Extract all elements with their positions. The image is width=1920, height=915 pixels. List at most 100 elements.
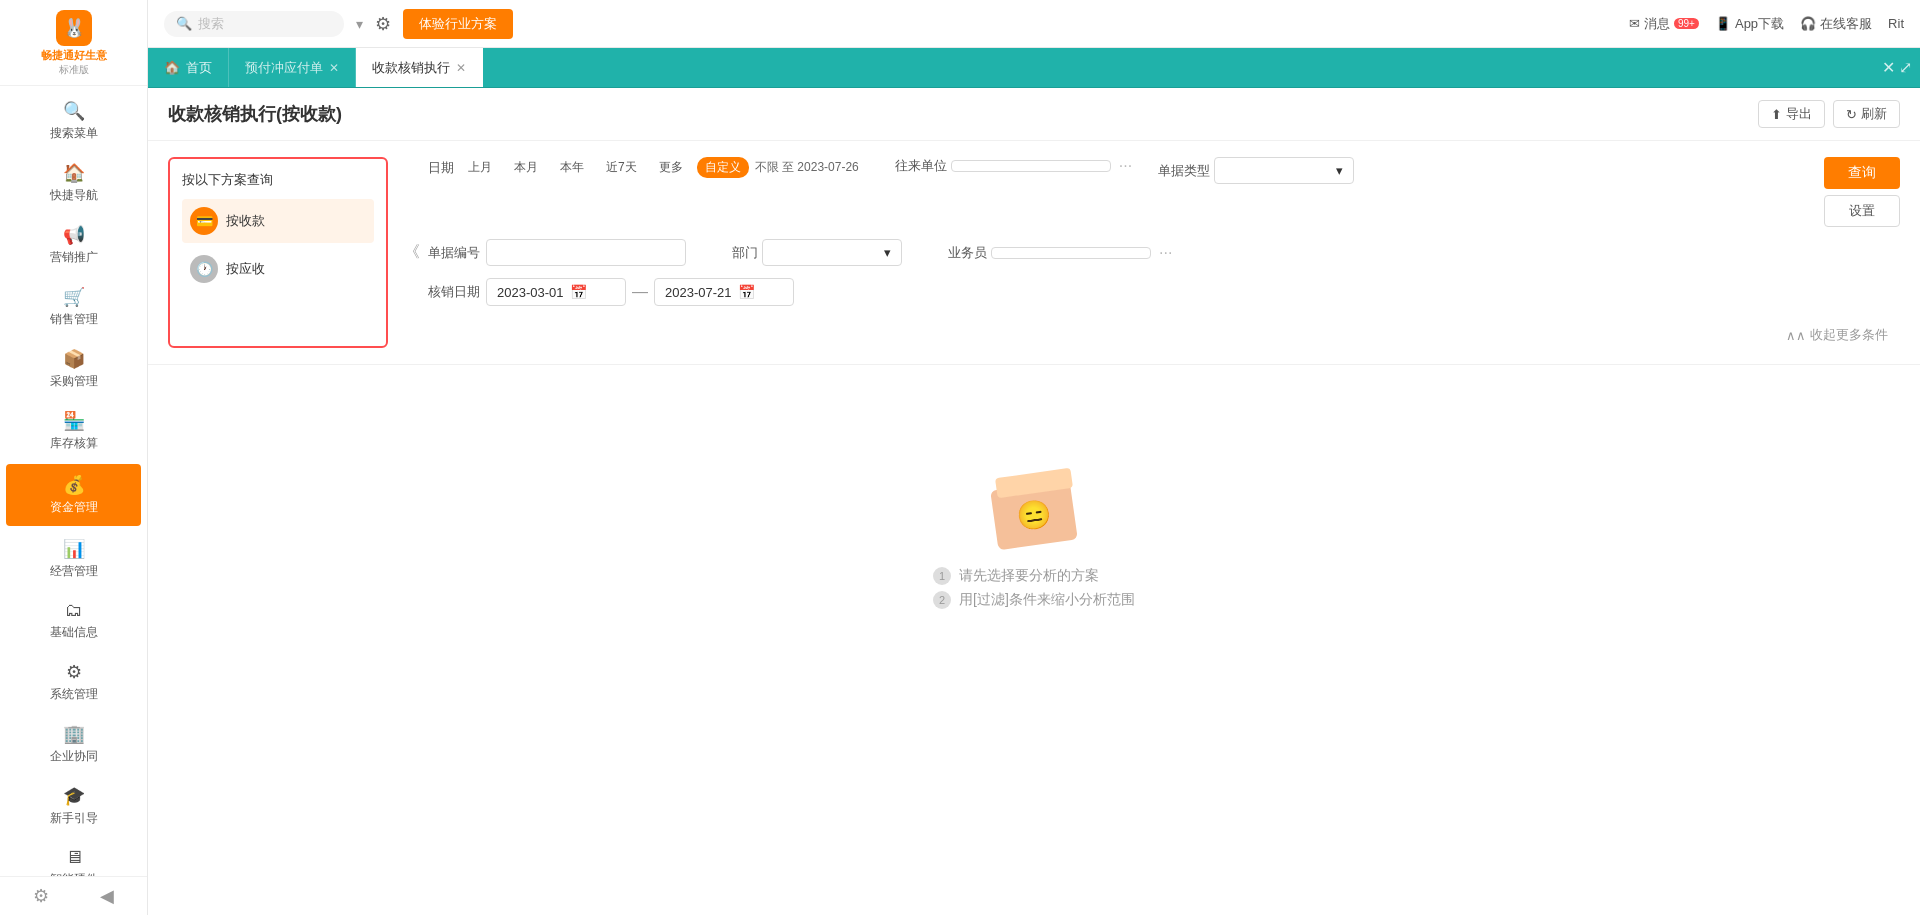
finance-icon: 💰 [63,474,85,496]
settings-button[interactable]: 设置 [1824,195,1900,227]
purchase-icon: 📦 [63,348,85,370]
app-label: App下载 [1735,15,1784,33]
app-download-button[interactable]: 📱 App下载 [1715,15,1784,33]
verify-date-end-input[interactable]: 2023-07-21 📅 [654,278,794,306]
date-btn-7days[interactable]: 近7天 [598,157,645,178]
sidebar-item-hardware[interactable]: 🖥 智能硬件 [0,837,147,876]
bill-type-select[interactable]: ▾ [1214,157,1354,184]
customer-service-button[interactable]: 🎧 在线客服 [1800,15,1872,33]
tab-close-icon[interactable]: ✕ [329,61,339,75]
sidebar-item-label: 资金管理 [50,499,98,516]
logo-icon: 🐰 [56,10,92,46]
tab-actions: ✕ ⤢ [1874,48,1920,87]
user-name: Rit [1888,16,1904,31]
tab-close-icon[interactable]: ✕ [456,61,466,75]
collapse-more-button[interactable]: ∧∧ 收起更多条件 [1774,322,1900,348]
select-arrow-icon: ▾ [884,245,891,260]
verify-date-end: 2023-07-21 [665,285,732,300]
collapse-panel-btn[interactable]: 《 [404,157,420,348]
date-btn-this-year[interactable]: 本年 [552,157,592,178]
verify-date-start-input[interactable]: 2023-03-01 📅 [486,278,626,306]
counterpart-input[interactable] [951,160,1111,172]
filter-scheme-title: 按以下方案查询 [182,171,374,189]
date-label: 日期 [428,159,454,177]
collapse-sidebar-icon[interactable]: ◀ [100,885,114,907]
tip-number: 2 [933,591,951,609]
empty-tips: 1 请先选择要分析的方案 2 用[过滤]条件来缩小分析范围 [933,567,1135,609]
app-icon: 📱 [1715,16,1731,31]
dept-select[interactable]: ▾ [762,239,902,266]
filter-counterpart-field: 往来单位 ··· [895,157,1132,175]
sidebar-item-search[interactable]: 🔍 搜索菜单 [0,90,147,152]
sidebar-item-purchase[interactable]: 📦 采购管理 [0,338,147,400]
tip-text: 请先选择要分析的方案 [959,567,1099,585]
filter-salesperson-field: 业务员 ··· [948,244,1172,262]
sidebar-item-guide[interactable]: 🎓 新手引导 [0,775,147,837]
messages-button[interactable]: ✉ 消息 99+ [1629,15,1699,33]
main-area: 🔍 搜索 ▾ ⚙ 体验行业方案 ✉ 消息 99+ 📱 App下载 🎧 在线客服 … [148,0,1920,915]
bill-no-input[interactable] [486,239,686,266]
refresh-button[interactable]: ↻ 刷新 [1833,100,1900,128]
maximize-tab-icon[interactable]: ⤢ [1899,58,1912,77]
filter-option-by-receivable[interactable]: 🕐 按应收 [182,247,374,291]
service-icon: 🎧 [1800,16,1816,31]
tabbar: 🏠 首页 预付冲应付单 ✕ 收款核销执行 ✕ ✕ ⤢ [148,48,1920,88]
app-logo: 🐰 畅捷通好生意 标准版 [0,0,147,86]
sidebar-item-enterprise[interactable]: 🏢 企业协同 [0,713,147,775]
empty-tip-1: 1 请先选择要分析的方案 [933,567,1135,585]
sidebar-item-shortcut[interactable]: 🏠 快捷导航 [0,152,147,214]
verify-date-start: 2023-03-01 [497,285,564,300]
sidebar-item-inventory[interactable]: 🏪 库存核算 [0,400,147,462]
logo-main: 畅捷通好生意 [41,48,107,63]
tab-prepay[interactable]: 预付冲应付单 ✕ [229,48,356,87]
salesperson-input[interactable] [991,247,1151,259]
tab-home[interactable]: 🏠 首页 [148,48,229,87]
sidebar-item-operation[interactable]: 📊 经营管理 [0,528,147,590]
search-icon: 🔍 [63,100,85,122]
sidebar-item-label: 库存核算 [50,435,98,452]
filter-row-1: 日期 上月 本月 本年 近7天 更多 自定义 不限 至 2023-07-26 [428,157,1900,227]
date-btn-this-month[interactable]: 本月 [506,157,546,178]
calendar-icon: 📅 [738,284,755,300]
query-button[interactable]: 查询 [1824,157,1900,189]
settings-bottom-icon[interactable]: ⚙ [33,885,49,907]
by-receipt-icon: 💳 [190,207,218,235]
filter-option-label: 按收款 [226,212,265,230]
sidebar-item-basic[interactable]: 🗂 基础信息 [0,590,147,651]
message-icon: ✉ [1629,16,1640,31]
filter-billno-field: 单据编号 [428,239,686,266]
message-badge: 99+ [1674,18,1699,29]
filter-option-by-receipt[interactable]: 💳 按收款 [182,199,374,243]
home-icon: 🏠 [63,162,85,184]
topbar-dropdown-icon[interactable]: ▾ [356,16,363,32]
sidebar-item-finance[interactable]: 💰 资金管理 [6,464,141,526]
export-button[interactable]: ⬆ 导出 [1758,100,1825,128]
select-arrow-icon: ▾ [1336,163,1343,178]
date-btn-custom[interactable]: 自定义 [697,157,749,178]
logo-sub: 标准版 [59,63,89,77]
verify-date-range: 2023-03-01 📅 — 2023-07-21 📅 [486,278,794,306]
sidebar-item-label: 采购管理 [50,373,98,390]
messages-label: 消息 [1644,15,1670,33]
salesperson-more-icon[interactable]: ··· [1159,244,1172,262]
sidebar: 🐰 畅捷通好生意 标准版 🔍 搜索菜单 🏠 快捷导航 📢 营销推广 🛒 销售管理… [0,0,148,915]
page-actions: ⬆ 导出 ↻ 刷新 [1758,100,1900,128]
sidebar-item-label: 新手引导 [50,810,98,827]
topbar-settings-icon[interactable]: ⚙ [375,13,391,35]
sidebar-item-sales[interactable]: 🛒 销售管理 [0,276,147,338]
date-btn-last-month[interactable]: 上月 [460,157,500,178]
refresh-icon: ↻ [1846,107,1857,122]
global-search[interactable]: 🔍 搜索 [164,11,344,37]
counterpart-more-icon[interactable]: ··· [1119,157,1132,175]
collapse-more-label: 收起更多条件 [1810,326,1888,344]
topbar: 🔍 搜索 ▾ ⚙ 体验行业方案 ✉ 消息 99+ 📱 App下载 🎧 在线客服 … [148,0,1920,48]
user-profile[interactable]: Rit [1888,16,1904,31]
date-shortcuts: 上月 本月 本年 近7天 更多 自定义 [460,157,749,178]
solution-button[interactable]: 体验行业方案 [403,9,513,39]
close-tab-icon[interactable]: ✕ [1882,58,1895,77]
counterpart-label: 往来单位 [895,157,947,175]
tab-receipts[interactable]: 收款核销执行 ✕ [356,48,483,87]
sidebar-item-system[interactable]: ⚙ 系统管理 [0,651,147,713]
sidebar-item-marketing[interactable]: 📢 营销推广 [0,214,147,276]
date-btn-more[interactable]: 更多 [651,157,691,178]
